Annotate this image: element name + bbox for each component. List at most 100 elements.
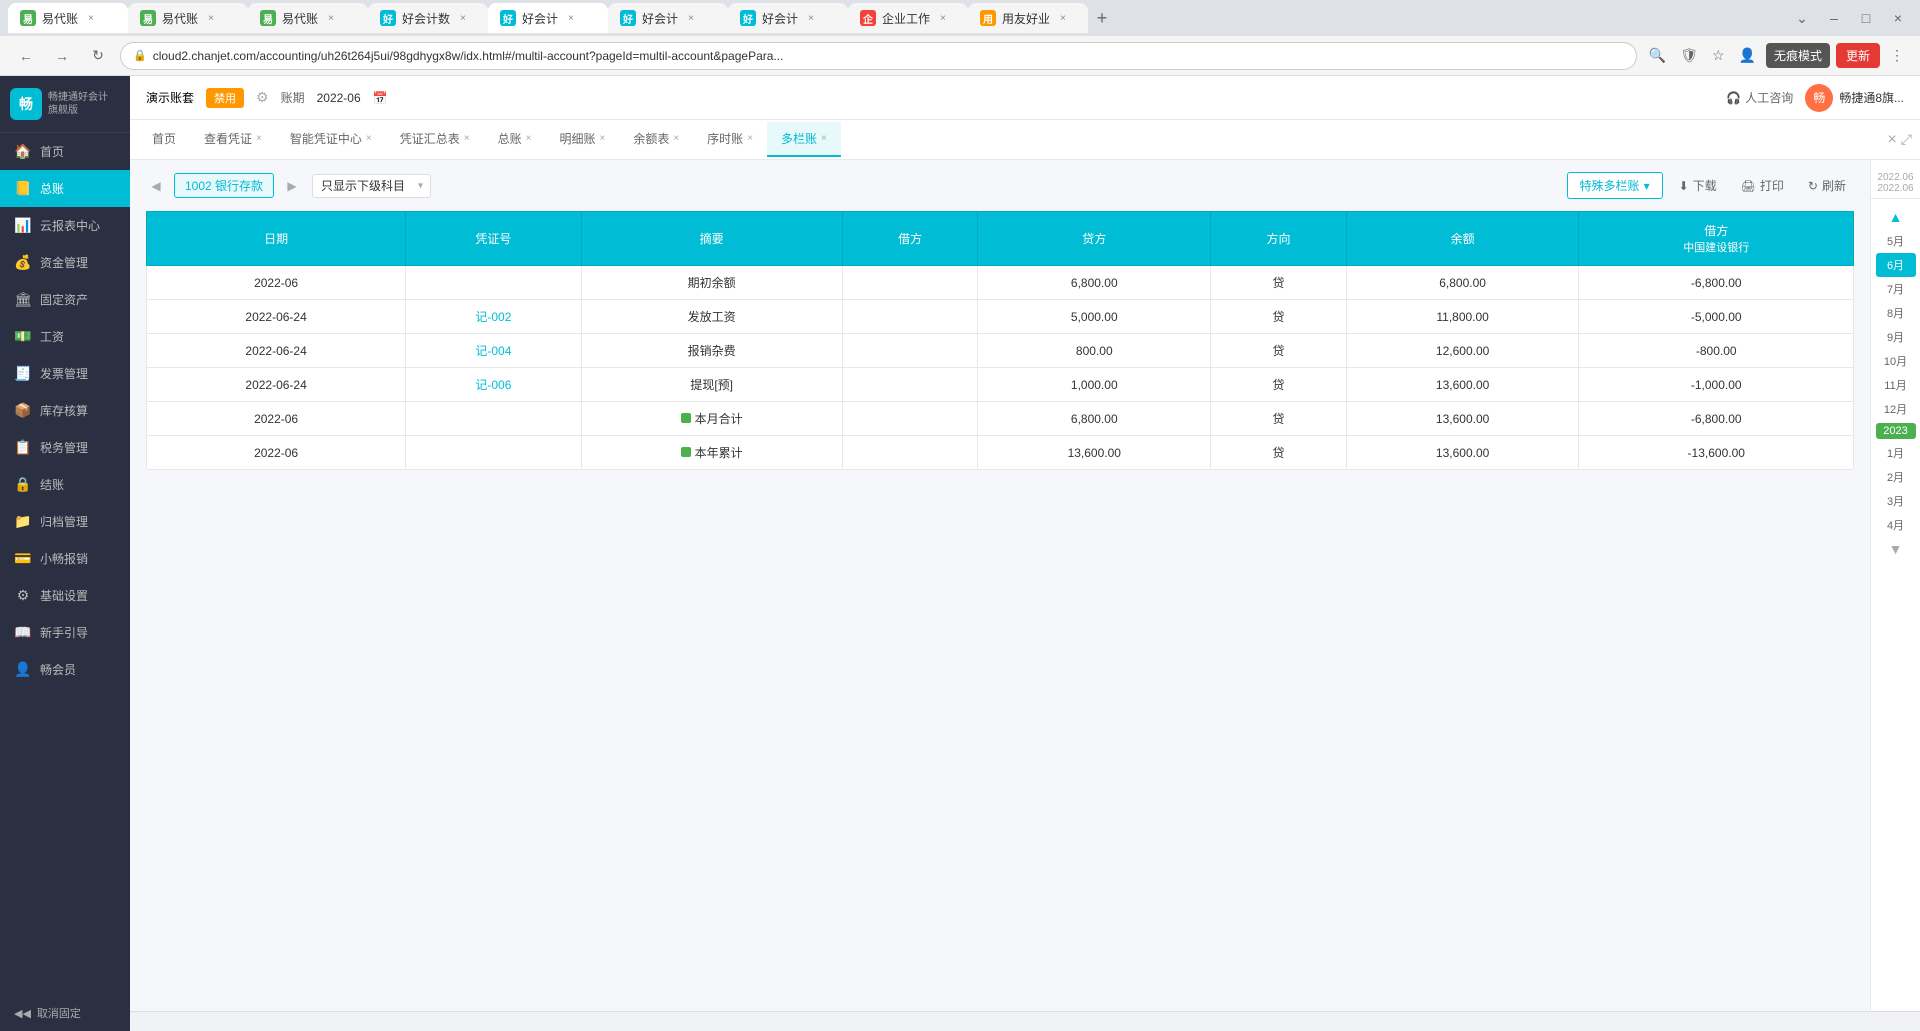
- month-item-11[interactable]: 11月: [1876, 373, 1916, 397]
- sidebar-item-tax[interactable]: 📋 税务管理: [0, 429, 130, 466]
- account-code[interactable]: 1002 银行存款: [174, 173, 274, 198]
- filter-select[interactable]: 只显示下级科目: [312, 174, 431, 198]
- tab-voucher-view-close[interactable]: ×: [256, 133, 262, 144]
- sidebar-item-settings[interactable]: ⚙ 基础设置: [0, 577, 130, 614]
- account-next-btn[interactable]: ▶: [282, 176, 302, 196]
- update-btn[interactable]: 更新: [1836, 43, 1880, 68]
- consult-btn[interactable]: 🎧 人工咨询: [1726, 89, 1793, 106]
- incognito-btn[interactable]: 无痕模式: [1766, 43, 1830, 68]
- month-item-2023-3[interactable]: 3月: [1876, 489, 1916, 513]
- tab-voucher-summary-close[interactable]: ×: [464, 133, 470, 144]
- sidebar-item-member[interactable]: 👤 畅会员: [0, 651, 130, 688]
- bottom-scrollbar[interactable]: [130, 1011, 1920, 1031]
- download-btn[interactable]: ⬇ 下载: [1671, 173, 1725, 198]
- multi-col-btn[interactable]: 特殊多栏账 ▾: [1567, 172, 1663, 199]
- voucher-link-2[interactable]: 记-002: [475, 310, 511, 324]
- tab-nav-expand-btn[interactable]: ⤢: [1901, 131, 1912, 148]
- month-item-6[interactable]: 6月: [1876, 253, 1916, 277]
- tab-detail-ledger[interactable]: 明细账 ×: [545, 122, 619, 157]
- close-window-btn[interactable]: ×: [1884, 4, 1912, 32]
- tab-journal[interactable]: 序时账 ×: [693, 122, 767, 157]
- tab-close-9[interactable]: ×: [1060, 13, 1066, 24]
- sidebar-item-archive[interactable]: 📁 归档管理: [0, 503, 130, 540]
- sidebar-item-assets[interactable]: 🏛 固定资产: [0, 281, 130, 318]
- cancel-pin-btn[interactable]: ◀◀ 取消固定: [0, 995, 130, 1031]
- tab-voucher-summary[interactable]: 凭证汇总表 ×: [386, 122, 484, 157]
- search-btn[interactable]: 🔍: [1645, 43, 1670, 68]
- tab-smart-voucher[interactable]: 智能凭证中心 ×: [276, 122, 386, 157]
- tab-balance-close[interactable]: ×: [673, 133, 679, 144]
- tab-multi-col[interactable]: 多栏账 ×: [767, 122, 841, 157]
- year-2023[interactable]: 2023: [1876, 423, 1916, 439]
- tab-close-5[interactable]: ×: [568, 13, 574, 24]
- tab-close-8[interactable]: ×: [940, 13, 946, 24]
- month-item-9[interactable]: 9月: [1876, 325, 1916, 349]
- sidebar-item-reports[interactable]: 📊 云报表中心: [0, 207, 130, 244]
- profile-btn[interactable]: 👤: [1735, 43, 1760, 68]
- sidebar-item-inventory[interactable]: 📦 库存核算: [0, 392, 130, 429]
- month-item-12[interactable]: 12月: [1876, 397, 1916, 421]
- month-item-2023-1[interactable]: 1月: [1876, 441, 1916, 465]
- month-item-7[interactable]: 7月: [1876, 277, 1916, 301]
- browser-tab-3[interactable]: 易 易代账 ×: [248, 3, 368, 33]
- sidebar-item-invoice[interactable]: 🧾 发票管理: [0, 355, 130, 392]
- minimize-btn[interactable]: –: [1820, 4, 1848, 32]
- page-tab-nav: 首页 查看凭证 × 智能凭证中心 × 凭证汇总表 × 总账 × 明细账 ×: [130, 120, 1920, 160]
- tab-multi-col-close[interactable]: ×: [821, 133, 827, 144]
- shield-btn[interactable]: 🛡: [1676, 43, 1702, 68]
- browser-tab-6[interactable]: 好 好会计 ×: [608, 3, 728, 33]
- sidebar-item-home[interactable]: 🏠 首页: [0, 133, 130, 170]
- sidebar-item-guide[interactable]: 📖 新手引导: [0, 614, 130, 651]
- new-tab-button[interactable]: +: [1088, 4, 1116, 32]
- back-btn[interactable]: ←: [12, 42, 40, 70]
- tab-detail-ledger-close[interactable]: ×: [599, 133, 605, 144]
- month-item-10[interactable]: 10月: [1876, 349, 1916, 373]
- browser-tab-1[interactable]: 易 易代账 ×: [8, 3, 128, 33]
- browser-tab-7[interactable]: 好 好会计 ×: [728, 3, 848, 33]
- sidebar-item-ledger[interactable]: 📒 总账: [0, 170, 130, 207]
- calendar-icon[interactable]: 📅: [373, 91, 388, 105]
- tab-close-2[interactable]: ×: [208, 13, 214, 24]
- url-bar[interactable]: 🔒 cloud2.chanjet.com/accounting/uh26t264…: [120, 42, 1637, 70]
- refresh-btn[interactable]: ↻ 刷新: [1800, 173, 1854, 198]
- tab-general-ledger-close[interactable]: ×: [526, 133, 532, 144]
- voucher-link-4[interactable]: 记-006: [475, 378, 511, 392]
- tab-close-3[interactable]: ×: [328, 13, 334, 24]
- sidebar-item-expense[interactable]: 💳 小畅报销: [0, 540, 130, 577]
- tab-voucher-view[interactable]: 查看凭证 ×: [190, 122, 276, 157]
- month-item-5[interactable]: 5月: [1876, 229, 1916, 253]
- tab-close-6[interactable]: ×: [688, 13, 694, 24]
- scroll-up-btn[interactable]: ▲: [1889, 209, 1903, 225]
- month-item-2023-4[interactable]: 4月: [1876, 513, 1916, 537]
- tab-nav-close-btn[interactable]: ×: [1887, 131, 1896, 149]
- topbar-settings-icon[interactable]: ⚙: [256, 89, 269, 106]
- month-item-2023-2[interactable]: 2月: [1876, 465, 1916, 489]
- scroll-down-btn[interactable]: ▼: [1889, 541, 1903, 557]
- tab-overflow-btn[interactable]: ⌄: [1788, 4, 1816, 32]
- tab-balance[interactable]: 余额表 ×: [619, 122, 693, 157]
- tab-close-1[interactable]: ×: [88, 13, 94, 24]
- browser-tab-8[interactable]: 企 企业工作 ×: [848, 3, 968, 33]
- account-prev-btn[interactable]: ◀: [146, 176, 166, 196]
- tab-home[interactable]: 首页: [138, 122, 190, 157]
- browser-tab-5[interactable]: 好 好会计 ×: [488, 3, 608, 33]
- tab-close-4[interactable]: ×: [460, 13, 466, 24]
- browser-tab-2[interactable]: 易 易代账 ×: [128, 3, 248, 33]
- star-btn[interactable]: ☆: [1708, 43, 1729, 68]
- sidebar-item-salary[interactable]: 💵 工资: [0, 318, 130, 355]
- month-item-8[interactable]: 8月: [1876, 301, 1916, 325]
- forward-btn[interactable]: →: [48, 42, 76, 70]
- maximize-btn[interactable]: □: [1852, 4, 1880, 32]
- tab-general-ledger[interactable]: 总账 ×: [484, 122, 546, 157]
- tab-smart-voucher-close[interactable]: ×: [366, 133, 372, 144]
- tab-close-7[interactable]: ×: [808, 13, 814, 24]
- browser-tab-9[interactable]: 用 用友好业 ×: [968, 3, 1088, 33]
- menu-btn[interactable]: ⋮: [1886, 43, 1908, 68]
- tab-journal-close[interactable]: ×: [747, 133, 753, 144]
- voucher-link-3[interactable]: 记-004: [475, 344, 511, 358]
- print-btn[interactable]: 🖨 打印: [1733, 173, 1792, 198]
- reload-btn[interactable]: ↻: [84, 42, 112, 70]
- browser-tab-4[interactable]: 好 好会计数 ×: [368, 3, 488, 33]
- sidebar-item-funds[interactable]: 💰 资金管理: [0, 244, 130, 281]
- sidebar-item-close[interactable]: 🔒 结账: [0, 466, 130, 503]
